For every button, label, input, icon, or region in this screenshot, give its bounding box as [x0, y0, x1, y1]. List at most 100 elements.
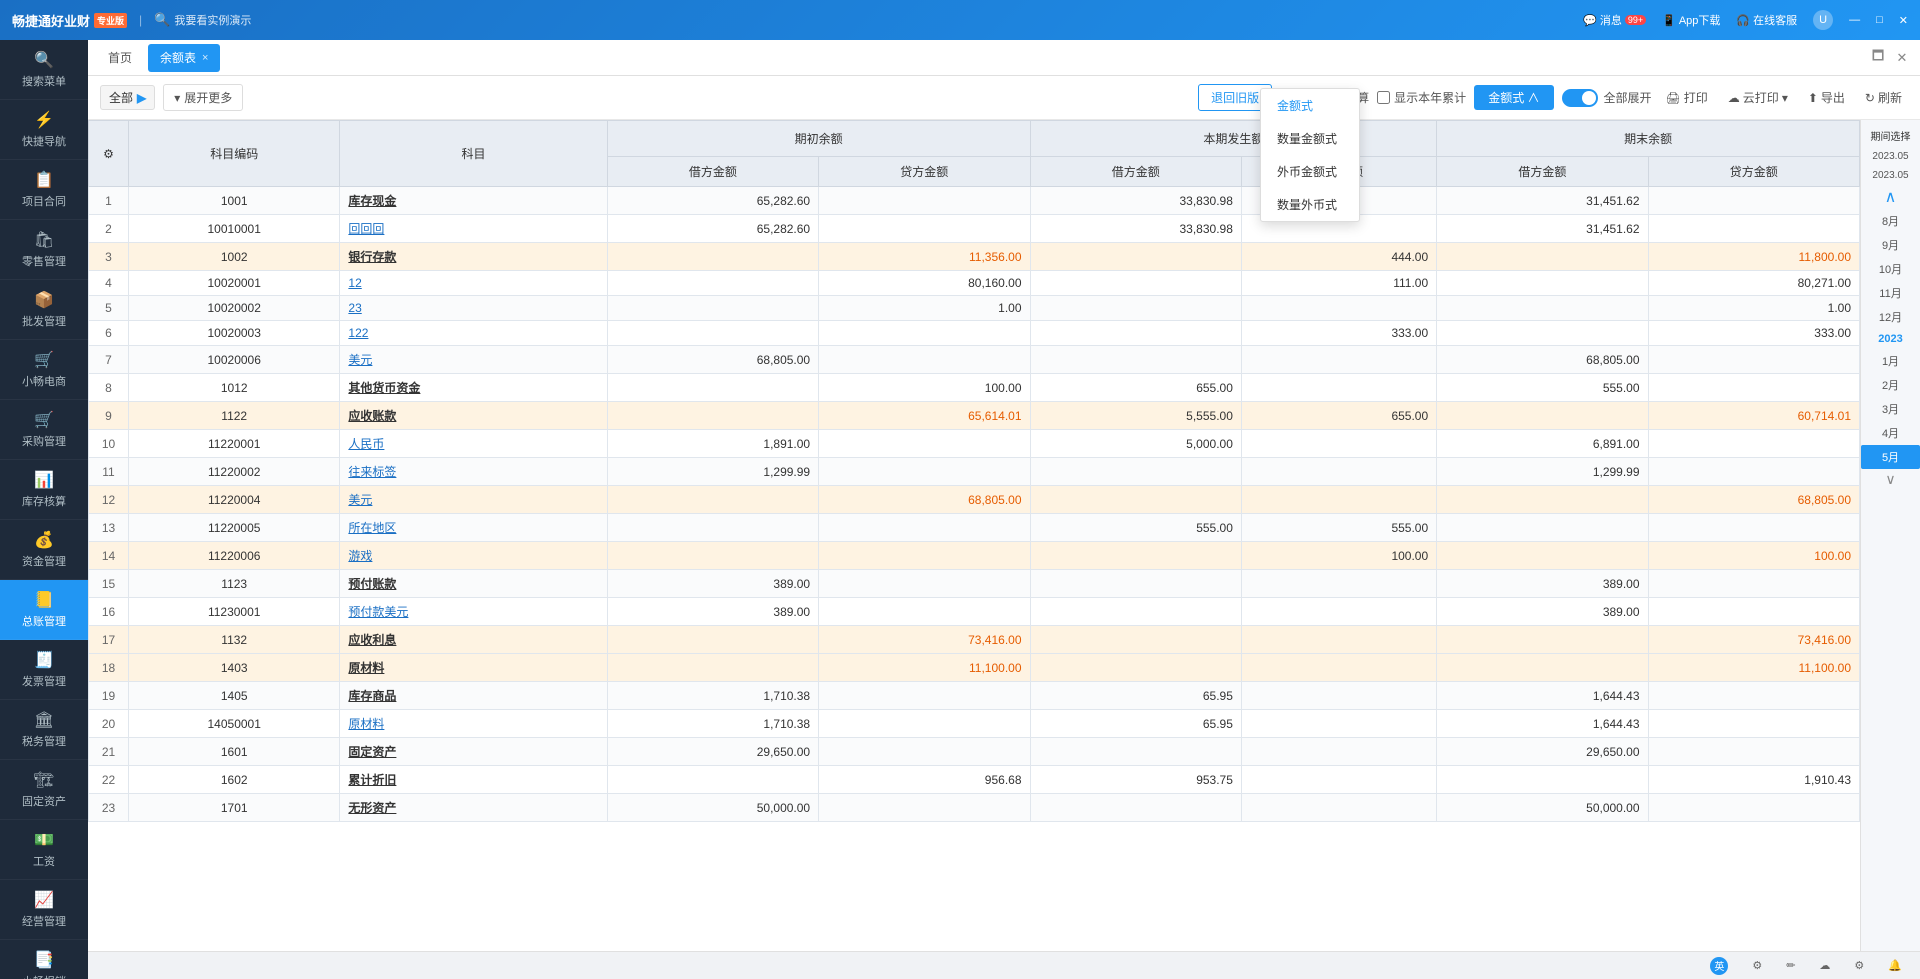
status-gear-btn[interactable]: ⚙: [1848, 957, 1870, 974]
sidebar-item-project[interactable]: 📋 项目合同: [0, 160, 88, 220]
table-row[interactable]: 710020006美元68,805.0068,805.00: [89, 346, 1860, 374]
table-row[interactable]: 1111220002往来标签1,299.991,299.99: [89, 458, 1860, 486]
period-sep[interactable]: 9月: [1861, 233, 1920, 257]
sidebar-item-inventory[interactable]: 📊 库存核算: [0, 460, 88, 520]
table-row[interactable]: 171132应收利息73,416.0073,416.00: [89, 626, 1860, 654]
cell-2[interactable]: 122: [340, 321, 607, 346]
status-settings-btn[interactable]: ⚙: [1746, 957, 1768, 974]
sidebar-item-payroll[interactable]: 💵 工资: [0, 820, 88, 880]
online-service-item[interactable]: 🎧 在线客服: [1736, 12, 1797, 28]
status-cloud-btn[interactable]: ☁: [1813, 957, 1836, 974]
table-row[interactable]: 181403原材料11,100.0011,100.00: [89, 654, 1860, 682]
period-nav-down[interactable]: ∨: [1883, 469, 1897, 490]
tab-balance[interactable]: 余额表 ×: [148, 44, 220, 72]
sidebar-item-invoice[interactable]: 🧾 发票管理: [0, 640, 88, 700]
breadcrumb-all[interactable]: 全部 ▶: [100, 85, 155, 110]
refresh-btn[interactable]: ↻ 刷新: [1859, 86, 1908, 109]
user-item[interactable]: U: [1813, 10, 1833, 30]
expand-all-toggle-control[interactable]: [1562, 89, 1598, 107]
year-total-checkbox-input[interactable]: [1377, 91, 1390, 104]
cell-2[interactable]: 预付款美元: [340, 598, 607, 626]
th-settings[interactable]: ⚙: [89, 121, 129, 187]
sidebar-item-purchase[interactable]: 🛒 采购管理: [0, 400, 88, 460]
table-row[interactable]: 211601固定资产29,650.0029,650.00: [89, 738, 1860, 766]
cell-2[interactable]: 美元: [340, 346, 607, 374]
cell-2[interactable]: 库存现金: [340, 187, 607, 215]
table-row[interactable]: 1011220001人民币1,891.005,000.006,891.00: [89, 430, 1860, 458]
period-jan[interactable]: 1月: [1861, 349, 1920, 373]
tab-home[interactable]: 首页: [96, 44, 144, 72]
status-bell-btn[interactable]: 🔔: [1882, 957, 1908, 974]
period-may[interactable]: 5月: [1861, 445, 1920, 469]
period-mar[interactable]: 3月: [1861, 397, 1920, 421]
sidebar-item-wholesale[interactable]: 📦 批发管理: [0, 280, 88, 340]
sidebar-item-assets[interactable]: 🏗 固定资产: [0, 760, 88, 820]
sidebar-item-search[interactable]: 🔍 搜索菜单: [0, 40, 88, 100]
cell-2[interactable]: 库存商品: [340, 682, 607, 710]
display-mode-btn[interactable]: 金额式 ∧: [1474, 85, 1553, 110]
cell-2[interactable]: 银行存款: [340, 243, 607, 271]
period-apr[interactable]: 4月: [1861, 421, 1920, 445]
cell-2[interactable]: 原材料: [340, 710, 607, 738]
cell-2[interactable]: 23: [340, 296, 607, 321]
table-row[interactable]: 231701无形资产50,000.0050,000.00: [89, 794, 1860, 822]
window-minimize[interactable]: —: [1849, 14, 1860, 26]
cell-2[interactable]: 12: [340, 271, 607, 296]
dropdown-item-amount[interactable]: 金额式: [1261, 89, 1359, 122]
cell-2[interactable]: 往来标签: [340, 458, 607, 486]
cell-2[interactable]: 预付账款: [340, 570, 607, 598]
expand-all-toggle[interactable]: 全部展开: [1562, 89, 1652, 107]
table-row[interactable]: 1211220004美元68,805.0068,805.00: [89, 486, 1860, 514]
table-row[interactable]: 81012其他货币资金100.00655.00555.00: [89, 374, 1860, 402]
table-row[interactable]: 11001库存现金65,282.6033,830.9831,451.62: [89, 187, 1860, 215]
period-feb[interactable]: 2月: [1861, 373, 1920, 397]
sidebar-item-ledger[interactable]: 📒 总账管理: [0, 580, 88, 640]
window-maximize[interactable]: □: [1876, 14, 1883, 26]
sidebar-item-expense[interactable]: 📑 小畅报销: [0, 940, 88, 979]
print-btn[interactable]: 🖨 打印: [1660, 86, 1714, 109]
table-row[interactable]: 91122应收账款65,614.015,555.00655.0060,714.0…: [89, 402, 1860, 430]
table-row[interactable]: 151123预付账款389.00389.00: [89, 570, 1860, 598]
table-row[interactable]: 31002银行存款11,356.00444.0011,800.00: [89, 243, 1860, 271]
cell-2[interactable]: 固定资产: [340, 738, 607, 766]
cell-2[interactable]: 应收利息: [340, 626, 607, 654]
status-edit-btn[interactable]: ✏: [1780, 957, 1801, 974]
balance-table-wrapper[interactable]: ⚙ 科目编码 科目 期初余额 本期发生额 期末余额 借方金额 贷方金额 借方金额…: [88, 120, 1860, 951]
dropdown-item-foreign-amount[interactable]: 外币金额式: [1261, 155, 1359, 188]
sidebar-item-ecommerce[interactable]: 🛒 小畅电商: [0, 340, 88, 400]
table-row[interactable]: 210010001回回回65,282.6033,830.9831,451.62: [89, 215, 1860, 243]
cell-2[interactable]: 累计折旧: [340, 766, 607, 794]
tab-close-btn[interactable]: ×: [202, 52, 208, 64]
table-row[interactable]: 1311220005所在地区555.00555.00: [89, 514, 1860, 542]
sidebar-item-tax[interactable]: 🏛 税务管理: [0, 700, 88, 760]
period-aug[interactable]: 8月: [1861, 209, 1920, 233]
cell-2[interactable]: 游戏: [340, 542, 607, 570]
cell-2[interactable]: 所在地区: [340, 514, 607, 542]
sidebar-item-capital[interactable]: 💰 资金管理: [0, 520, 88, 580]
table-row[interactable]: 1611230001预付款美元389.00389.00: [89, 598, 1860, 626]
demo-link[interactable]: 🔍 我要看实例演示: [154, 12, 251, 28]
cell-2[interactable]: 其他货币资金: [340, 374, 607, 402]
window-close[interactable]: ✕: [1899, 14, 1908, 27]
message-item[interactable]: 💬 消息 99+: [1583, 12, 1646, 28]
cell-2[interactable]: 原材料: [340, 654, 607, 682]
period-nav-up[interactable]: ∧: [1883, 185, 1899, 209]
period-dec[interactable]: 12月: [1861, 305, 1920, 329]
period-oct[interactable]: 10月: [1861, 257, 1920, 281]
cell-2[interactable]: 无形资产: [340, 794, 607, 822]
cell-2[interactable]: 应收账款: [340, 402, 607, 430]
sidebar-item-operations[interactable]: 📈 经营管理: [0, 880, 88, 940]
table-row[interactable]: 1411220006游戏100.00100.00: [89, 542, 1860, 570]
cell-2[interactable]: 回回回: [340, 215, 607, 243]
export-btn[interactable]: ⬆ 导出: [1802, 86, 1851, 109]
show-year-total-checkbox[interactable]: 显示本年累计: [1377, 89, 1466, 106]
tab-action-close[interactable]: ✕: [1892, 48, 1912, 68]
sidebar-item-quicknav[interactable]: ⚡ 快捷导航: [0, 100, 88, 160]
table-row[interactable]: 610020003122333.00333.00: [89, 321, 1860, 346]
table-row[interactable]: 191405库存商品1,710.3865.951,644.43: [89, 682, 1860, 710]
cell-2[interactable]: 人民币: [340, 430, 607, 458]
period-nov[interactable]: 11月: [1861, 281, 1920, 305]
expand-more-btn[interactable]: ▾ 展开更多: [163, 84, 243, 111]
cloud-print-btn[interactable]: ☁ 云打印 ▾: [1722, 86, 1794, 109]
dropdown-item-quantity-amount[interactable]: 数量金额式: [1261, 122, 1359, 155]
